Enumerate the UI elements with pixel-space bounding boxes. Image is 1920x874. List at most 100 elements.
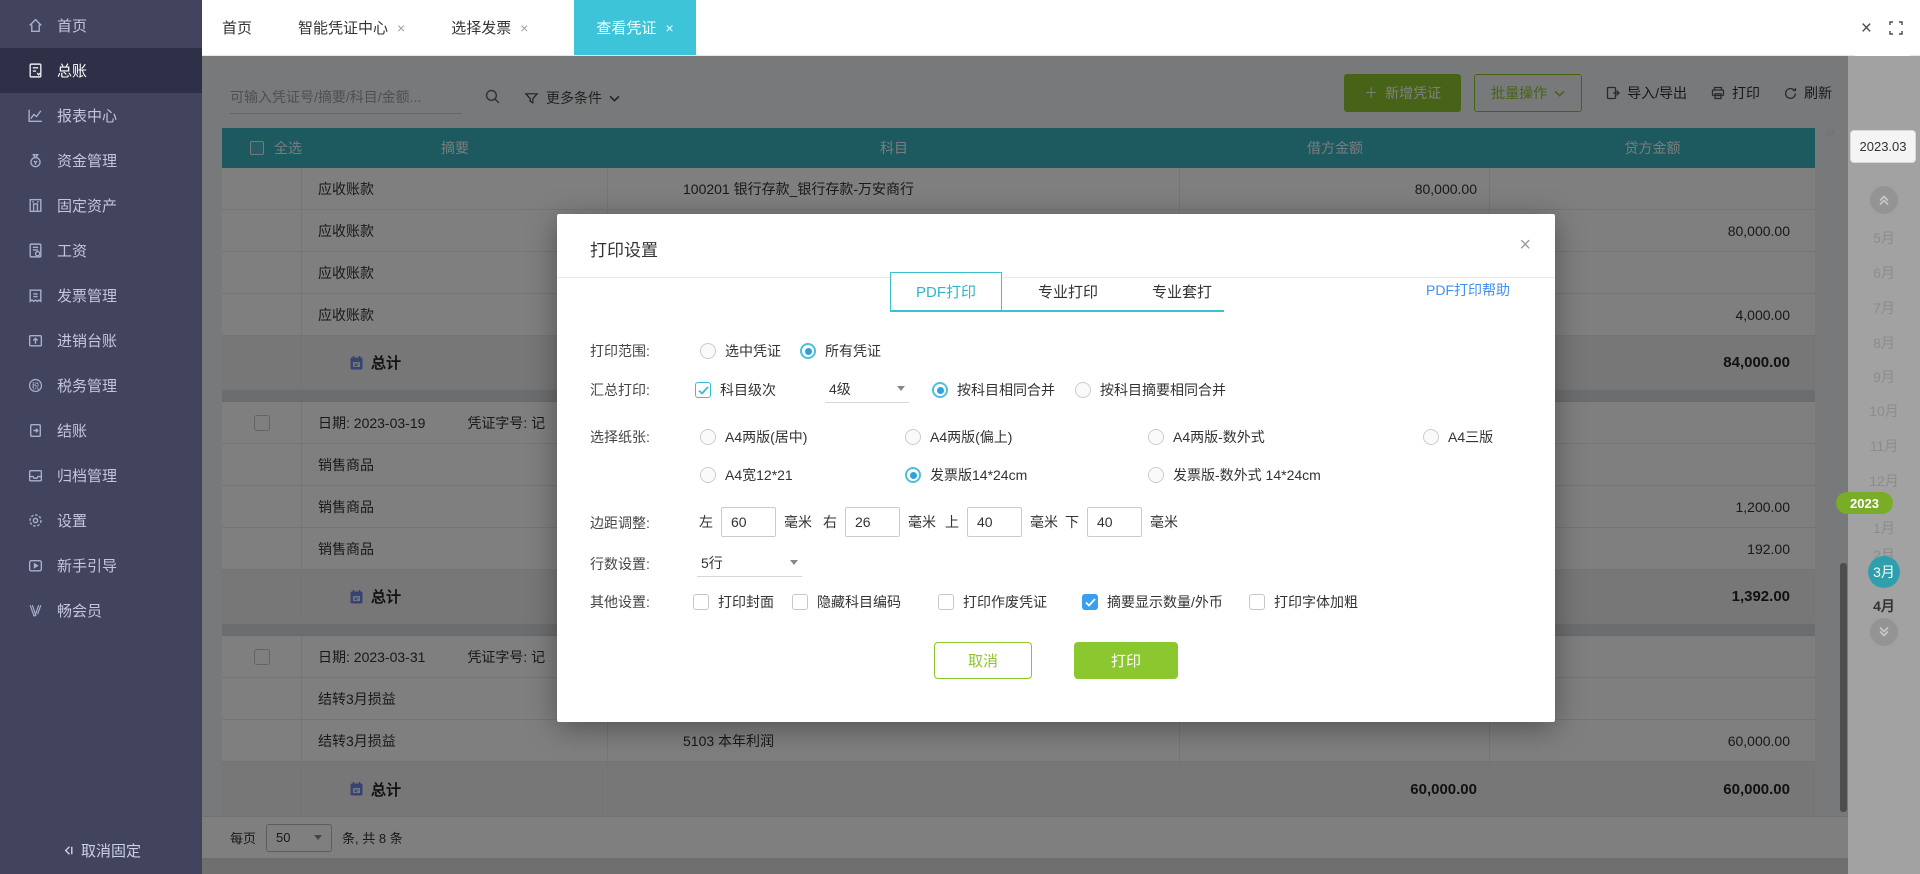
money-bag-icon (27, 152, 44, 169)
sidebar-item-label: 固定资产 (57, 198, 118, 215)
scroll-months-up-button[interactable] (1870, 186, 1898, 214)
print-confirm-button[interactable]: 打印 (1074, 642, 1178, 679)
sidebar-item-label: 总账 (57, 63, 88, 80)
radio-label: A4宽12*21 (725, 467, 793, 483)
sidebar-item-trade-ledger[interactable]: 进销台账 (0, 318, 202, 363)
sidebar-item-salary[interactable]: 工资 (0, 228, 202, 273)
radio-icon (1148, 429, 1164, 445)
sidebar-item-reports[interactable]: 报表中心 (0, 93, 202, 138)
margin-unit-label: 毫米 (1030, 514, 1058, 530)
radio-a4-two-foreign[interactable]: A4两版-数外式 (1148, 426, 1265, 448)
month-item[interactable]: 12月 (1848, 471, 1920, 491)
margin-right-input[interactable] (845, 507, 900, 537)
dialog-close-icon[interactable]: × (1519, 234, 1531, 257)
unpin-sidebar-button[interactable]: 取消固定 (0, 840, 202, 861)
tab-close-icon[interactable]: × (665, 20, 673, 36)
radio-selected-vouchers[interactable]: 选中凭证 (700, 340, 781, 362)
margin-left-input[interactable] (721, 507, 776, 537)
radio-icon (700, 429, 716, 445)
radio-label: A4两版(居中) (725, 429, 808, 445)
checkbox-account-level[interactable]: 科目级次 (695, 379, 776, 401)
cancel-button[interactable]: 取消 (934, 642, 1032, 679)
sidebar-item-guide[interactable]: 新手引导 (0, 543, 202, 588)
sidebar-item-label: 资金管理 (57, 153, 118, 170)
window-close-icon[interactable]: × (1861, 19, 1872, 38)
sidebar-item-archive[interactable]: 归档管理 (0, 453, 202, 498)
checkbox-icon (1249, 594, 1265, 610)
invoice-icon (27, 287, 44, 304)
unpin-label: 取消固定 (80, 843, 141, 860)
radio-invoice-14-24[interactable]: 发票版14*24cm (905, 464, 1027, 486)
radio-merge-same-account-summary[interactable]: 按科目摘要相同合并 (1075, 379, 1226, 401)
sidebar-item-tax[interactable]: 税 税务管理 (0, 363, 202, 408)
sidebar-item-member[interactable]: 畅会员 (0, 588, 202, 633)
month-item[interactable]: 4月 (1848, 596, 1920, 616)
month-item[interactable]: 1月 (1848, 518, 1920, 538)
print-range-label: 打印范围: (590, 343, 650, 359)
sidebar-item-general-ledger[interactable]: 总账 (0, 48, 202, 93)
fullscreen-icon[interactable] (1888, 20, 1904, 36)
sidebar-item-home[interactable]: 首页 (0, 3, 202, 48)
sidebar-item-invoices[interactable]: 发票管理 (0, 273, 202, 318)
checkbox-icon (693, 594, 709, 610)
checkbox-label: 打印作废凭证 (963, 594, 1047, 610)
pdf-print-help-link[interactable]: PDF打印帮助 (1426, 280, 1510, 300)
dialog-header: 打印设置 × (557, 214, 1555, 278)
tab-close-icon[interactable]: × (397, 20, 405, 36)
radio-a4-two-upper[interactable]: A4两版(偏上) (905, 426, 1012, 448)
in-out-ledger-icon (27, 332, 44, 349)
month-item[interactable]: 11月 (1848, 436, 1920, 456)
month-item[interactable]: 6月 (1848, 263, 1920, 283)
month-item-active[interactable]: 3月 (1868, 556, 1900, 588)
tab-home[interactable]: 首页 (222, 0, 252, 55)
radio-invoice-foreign-14-24[interactable]: 发票版-数外式 14*24cm (1148, 464, 1321, 486)
month-item[interactable]: 7月 (1848, 298, 1920, 318)
dialog-tab-pro-continuous[interactable]: 专业套打 (1134, 272, 1230, 310)
scroll-months-down-button[interactable] (1870, 618, 1898, 646)
radio-icon (700, 343, 716, 359)
tab-smart-voucher-center[interactable]: 智能凭证中心 × (298, 0, 405, 55)
month-item[interactable]: 9月 (1848, 367, 1920, 387)
sidebar-item-label: 发票管理 (57, 288, 118, 305)
dialog-tab-pdf-print[interactable]: PDF打印 (890, 272, 1002, 310)
month-item[interactable]: 5月 (1848, 228, 1920, 248)
sidebar-item-settings[interactable]: 设置 (0, 498, 202, 543)
margins-label: 边距调整: (590, 515, 650, 531)
margin-unit-label: 毫米 (908, 514, 936, 530)
checkbox-bold-font[interactable]: 打印字体加粗 (1249, 591, 1358, 613)
margin-top-input[interactable] (967, 507, 1022, 537)
building-icon (27, 197, 44, 214)
month-item[interactable]: 8月 (1848, 333, 1920, 353)
month-item[interactable]: 10月 (1848, 401, 1920, 421)
checkbox-show-qty-currency[interactable]: 摘要显示数量/外币 (1082, 591, 1223, 613)
sidebar-item-label: 归档管理 (57, 468, 118, 485)
account-level-select[interactable]: 4级 (825, 375, 909, 403)
tab-select-invoice[interactable]: 选择发票 × (451, 0, 528, 55)
radio-a4-three[interactable]: A4三版 (1423, 426, 1493, 448)
dialog-tab-underline (890, 310, 1224, 312)
tab-label: 智能凭证中心 (298, 20, 389, 37)
sidebar-item-closing[interactable]: 结账 (0, 408, 202, 453)
sidebar-item-label: 报表中心 (57, 108, 118, 125)
radio-a4-wide-12-21[interactable]: A4宽12*21 (700, 464, 793, 486)
margin-bottom-input[interactable] (1087, 507, 1142, 537)
tab-close-icon[interactable]: × (520, 20, 528, 36)
radio-all-vouchers[interactable]: 所有凭证 (800, 340, 881, 362)
checkbox-print-voided[interactable]: 打印作废凭证 (938, 591, 1047, 613)
tax-icon: 税 (27, 377, 44, 394)
svg-text:税: 税 (32, 380, 40, 390)
checkbox-hide-account-code[interactable]: 隐藏科目编码 (792, 591, 901, 613)
radio-merge-same-account[interactable]: 按科目相同合并 (932, 379, 1055, 401)
line-count-select[interactable]: 5行 (697, 549, 802, 577)
closing-book-icon (27, 422, 44, 439)
checkbox-print-cover[interactable]: 打印封面 (693, 591, 774, 613)
radio-icon (1148, 467, 1164, 483)
archive-tray-icon (27, 467, 44, 484)
sidebar-item-fixed-assets[interactable]: 固定资产 (0, 183, 202, 228)
tab-view-voucher[interactable]: 查看凭证 × (574, 0, 696, 55)
radio-a4-two-center[interactable]: A4两版(居中) (700, 426, 807, 448)
sidebar-item-funds[interactable]: 资金管理 (0, 138, 202, 183)
checkbox-label: 打印字体加粗 (1274, 594, 1358, 610)
radio-label: 选中凭证 (725, 343, 781, 359)
dialog-tab-pro-print[interactable]: 专业打印 (1020, 272, 1116, 310)
